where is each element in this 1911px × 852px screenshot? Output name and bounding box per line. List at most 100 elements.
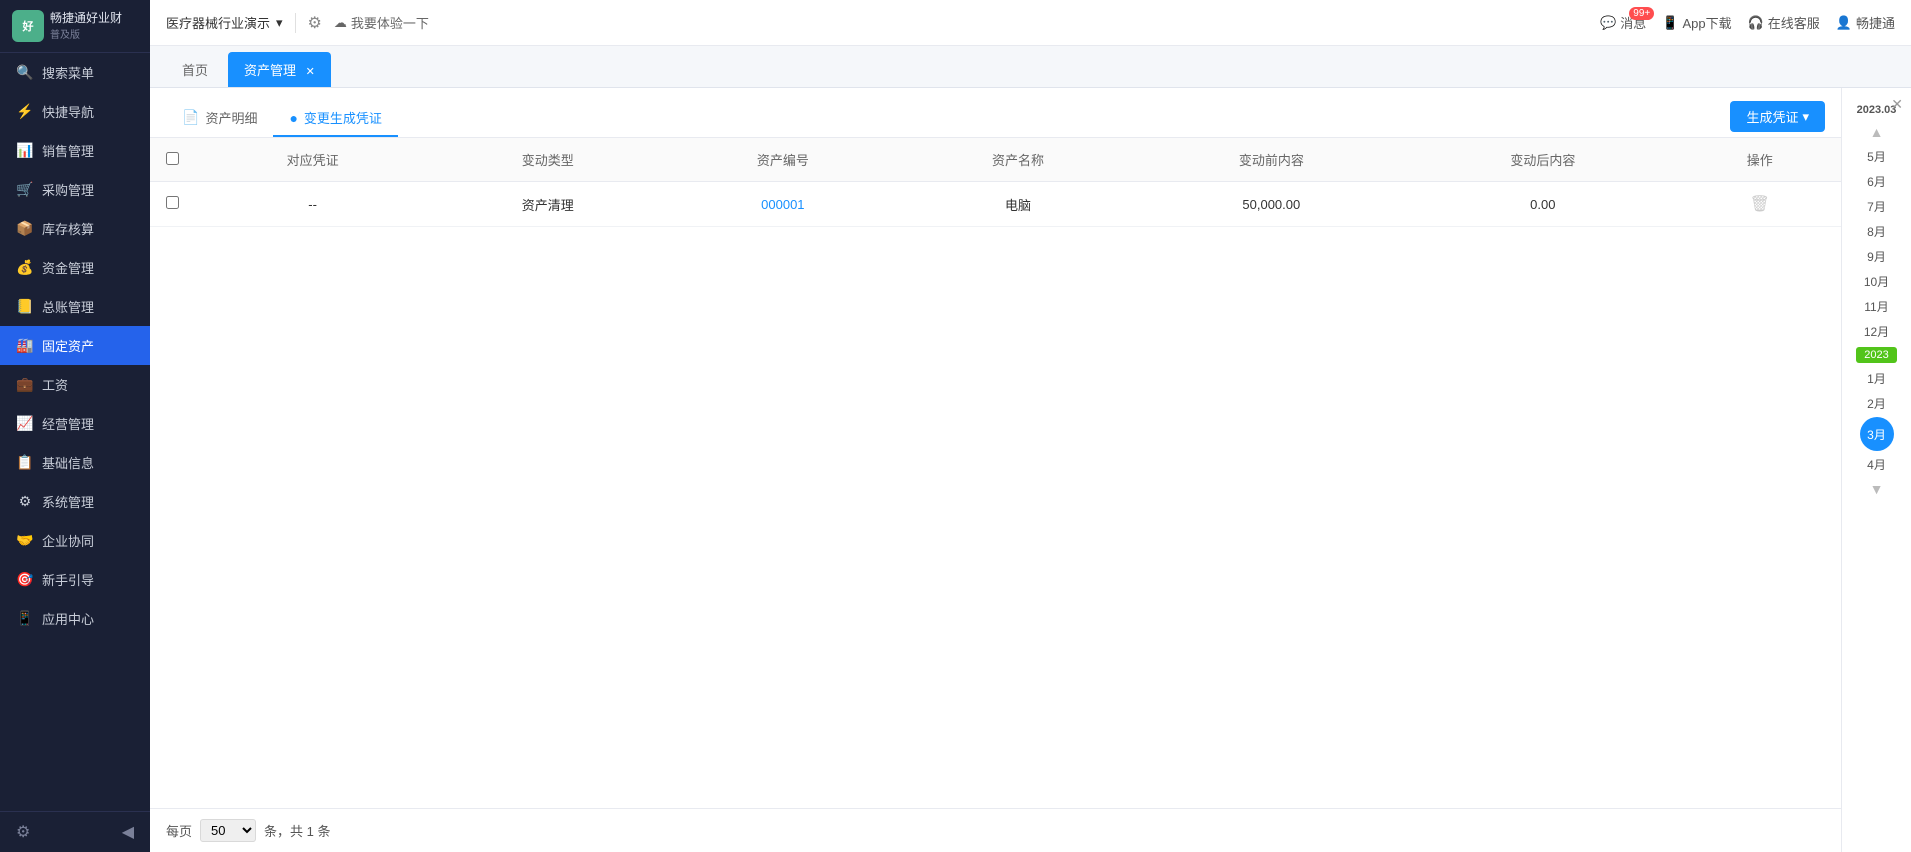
month-item-m6[interactable]: 6月 <box>1842 169 1911 194</box>
month-item-m2[interactable]: 2月 <box>1842 391 1911 416</box>
sidebar-item-purchase[interactable]: 🛒 采购管理 <box>0 170 150 209</box>
close-panel-icon[interactable]: ✕ <box>1891 96 1903 113</box>
gear-icon[interactable]: ⚙ <box>308 13 322 33</box>
system-icon: ⚙ <box>16 493 34 511</box>
messages-btn[interactable]: 💬 消息 99+ <box>1600 13 1646 32</box>
app-download-btn[interactable]: 📱 App下载 <box>1662 13 1731 32</box>
month-item-m11[interactable]: 11月 <box>1842 294 1911 319</box>
month-item-m12[interactable]: 12月 <box>1842 319 1911 344</box>
sidebar-item-guide[interactable]: 🎯 新手引导 <box>0 560 150 599</box>
sidebar-item-funds[interactable]: 💰 资金管理 <box>0 248 150 287</box>
document-icon: 📄 <box>182 109 199 126</box>
content-area: 📄 资产明细 ● 变更生成凭证 生成凭证 ▾ <box>150 88 1841 852</box>
app-version: 普及版 <box>50 26 122 41</box>
ledger-icon: 📒 <box>16 298 34 316</box>
funds-icon: 💰 <box>16 259 34 277</box>
cell-after: 0.00 <box>1407 182 1679 227</box>
sidebar-item-ledger[interactable]: 📒 总账管理 <box>0 287 150 326</box>
sidebar-label-ledger: 总账管理 <box>42 297 94 316</box>
sidebar-item-operations[interactable]: 📈 经营管理 <box>0 404 150 443</box>
sidebar-item-enterprise[interactable]: 🤝 企业协同 <box>0 521 150 560</box>
operations-icon: 📈 <box>16 415 34 433</box>
sidebar-menu: 🔍 搜索菜单 ⚡ 快捷导航 📊 销售管理 🛒 采购管理 📦 库存核算 💰 资金管… <box>0 53 150 811</box>
sidebar-item-quicknav[interactable]: ⚡ 快捷导航 <box>0 92 150 131</box>
collapse-icon[interactable]: ◀ <box>122 822 134 842</box>
sidebar-label-quicknav: 快捷导航 <box>42 102 94 121</box>
experience-btn[interactable]: ☁ 我要体验一下 <box>334 13 429 32</box>
data-table: 对应凭证 变动类型 资产编号 资产名称 变动前内容 变动后内容 操作 -- 资产… <box>150 138 1841 227</box>
sidebar-label-system: 系统管理 <box>42 492 94 511</box>
user-name: 畅捷通 <box>1856 13 1895 32</box>
experience-label: 我要体验一下 <box>351 13 429 32</box>
sub-tab-detail-label: 资产明细 <box>205 108 257 127</box>
col-op: 操作 <box>1679 138 1841 182</box>
sidebar-item-fixed-assets[interactable]: 🏭 固定资产 <box>0 326 150 365</box>
guide-icon: 🎯 <box>16 571 34 589</box>
sidebar-item-sales[interactable]: 📊 销售管理 <box>0 131 150 170</box>
sidebar-label-fixed-assets: 固定资产 <box>42 336 94 355</box>
sidebar-item-app-center[interactable]: 📱 应用中心 <box>0 599 150 638</box>
online-service-btn[interactable]: 🎧 在线客服 <box>1748 13 1820 32</box>
circle-icon: ● <box>289 110 297 126</box>
sub-tab-asset-detail[interactable]: 📄 资产明细 <box>166 100 273 137</box>
user-icon: 👤 <box>1836 15 1852 31</box>
month-item-m9[interactable]: 9月 <box>1842 244 1911 269</box>
tab-asset-management[interactable]: 资产管理 ✕ <box>228 52 331 87</box>
logo-icon: 好 <box>12 10 44 42</box>
generate-label: 生成凭证 <box>1746 107 1798 126</box>
topbar-divider <box>295 13 296 33</box>
tab-home[interactable]: 首页 <box>166 52 224 87</box>
year-marker[interactable]: 2023 <box>1856 347 1896 363</box>
row-checkbox[interactable] <box>166 196 179 209</box>
sidebar-item-inventory[interactable]: 📦 库存核算 <box>0 209 150 248</box>
topbar-right: 💬 消息 99+ 📱 App下载 🎧 在线客服 👤 畅捷通 <box>1600 13 1895 32</box>
month-item-m4[interactable]: 4月 <box>1842 452 1911 477</box>
base-info-icon: 📋 <box>16 454 34 472</box>
col-before: 变动前内容 <box>1136 138 1408 182</box>
col-asset-name: 资产名称 <box>900 138 1135 182</box>
sidebar-label-enterprise: 企业协同 <box>42 531 94 550</box>
sidebar-label-base-info: 基础信息 <box>42 453 94 472</box>
sidebar-item-search[interactable]: 🔍 搜索菜单 <box>0 53 150 92</box>
delete-icon[interactable]: 🗑 <box>1750 196 1770 213</box>
per-page-select[interactable]: 102050100 <box>200 819 256 842</box>
cell-asset-name: 电脑 <box>900 182 1135 227</box>
sidebar-label-funds: 资金管理 <box>42 258 94 277</box>
app-name: 畅捷通好业财 <box>50 11 122 27</box>
sub-tab-change-label: 变更生成凭证 <box>304 108 382 127</box>
sidebar-label-purchase: 采购管理 <box>42 180 94 199</box>
col-after: 变动后内容 <box>1407 138 1679 182</box>
cell-change-type: 资产清理 <box>430 182 665 227</box>
month-item-m7[interactable]: 7月 <box>1842 194 1911 219</box>
sidebar-label-operations: 经营管理 <box>42 414 94 433</box>
scroll-up-icon[interactable]: ▲ <box>1866 120 1888 144</box>
sidebar-footer: ⚙ ◀ <box>0 811 150 852</box>
download-icon: 📱 <box>1662 15 1678 31</box>
cell-asset-no: 000001 <box>665 182 900 227</box>
sidebar-item-base-info[interactable]: 📋 基础信息 <box>0 443 150 482</box>
cell-before: 50,000.00 <box>1136 182 1408 227</box>
enterprise-icon: 🤝 <box>16 532 34 550</box>
app-download-label: App下载 <box>1682 13 1731 32</box>
sidebar-item-system[interactable]: ⚙ 系统管理 <box>0 482 150 521</box>
scroll-down-icon[interactable]: ▼ <box>1866 477 1888 501</box>
settings-icon[interactable]: ⚙ <box>16 822 30 842</box>
month-item-m10[interactable]: 10月 <box>1842 269 1911 294</box>
select-all-checkbox[interactable] <box>166 152 179 165</box>
month-item-m3[interactable]: 3月 <box>1860 417 1894 451</box>
sub-tab-change-voucher[interactable]: ● 变更生成凭证 <box>273 100 397 137</box>
sidebar-label-inventory: 库存核算 <box>42 219 94 238</box>
generate-voucher-btn[interactable]: 生成凭证 ▾ <box>1730 101 1825 132</box>
month-item-m8[interactable]: 8月 <box>1842 219 1911 244</box>
company-selector[interactable]: 医疗器械行业演示 ▾ <box>166 13 283 32</box>
tab-close-icon[interactable]: ✕ <box>306 66 315 78</box>
month-item-m5[interactable]: 5月 <box>1842 144 1911 169</box>
sidebar-item-salary[interactable]: 💼 工资 <box>0 365 150 404</box>
sidebar-label-guide: 新手引导 <box>42 570 94 589</box>
user-btn[interactable]: 👤 畅捷通 <box>1836 13 1895 32</box>
sales-icon: 📊 <box>16 142 34 160</box>
per-page-label: 每页 <box>166 821 192 840</box>
cloud-icon: ☁ <box>334 15 347 31</box>
sidebar-label-salary: 工资 <box>42 375 68 394</box>
month-item-m1[interactable]: 1月 <box>1842 366 1911 391</box>
